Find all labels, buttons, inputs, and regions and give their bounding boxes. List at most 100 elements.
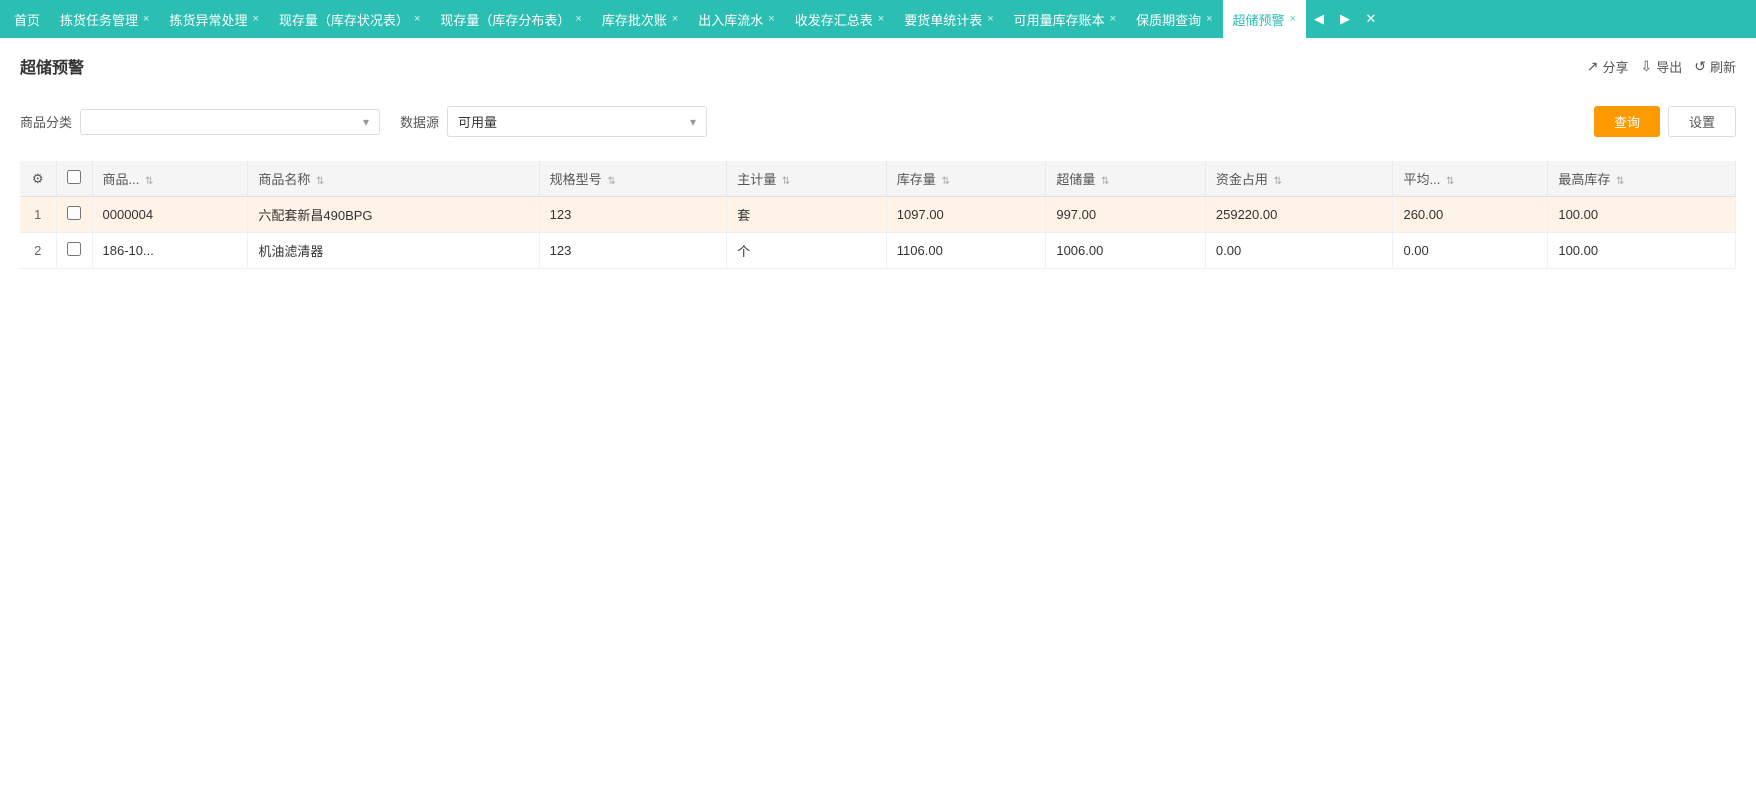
- sort-icon: ⇅: [1274, 176, 1282, 187]
- close-icon[interactable]: ×: [672, 13, 678, 25]
- col-avg[interactable]: 平均... ⇅: [1393, 161, 1548, 197]
- export-icon: ⇩: [1641, 58, 1653, 75]
- data-table: ⚙ 商品... ⇅ 商品名称 ⇅ 规格型号 ⇅ 主计量: [20, 161, 1736, 269]
- sort-icon: ⇅: [316, 176, 324, 187]
- nav-tab-task-mgmt[interactable]: 拣货任务管理 ×: [50, 0, 159, 38]
- export-button[interactable]: ⇩ 导出: [1641, 57, 1683, 76]
- row-avg: 260.00: [1393, 197, 1548, 233]
- row-num-cell: 1: [20, 197, 56, 233]
- nav-tab-batch-account[interactable]: 库存批次账 ×: [592, 0, 688, 38]
- close-icon[interactable]: ×: [1110, 13, 1116, 25]
- col-unit[interactable]: 主计量 ⇅: [727, 161, 887, 197]
- row-checkbox-cell: [56, 233, 92, 269]
- sort-icon: ⇅: [145, 176, 153, 187]
- row-product-code: 0000004: [92, 197, 248, 233]
- chevron-down-icon: ▾: [690, 115, 696, 129]
- datasource-select[interactable]: 可用量 ▾: [447, 106, 707, 137]
- col-product-code[interactable]: 商品... ⇅: [92, 161, 248, 197]
- col-settings[interactable]: ⚙: [20, 161, 56, 197]
- share-icon: ↗: [1587, 58, 1599, 75]
- col-checkbox: [56, 161, 92, 197]
- row-max-stock: 100.00: [1548, 233, 1736, 269]
- filter-area: 商品分类 ▾ 数据源 可用量 ▾ 查询 设置: [20, 94, 1736, 149]
- nav-tab-home[interactable]: 首页: [4, 0, 50, 38]
- nav-tab-in-out-flow[interactable]: 出入库流水 ×: [688, 0, 784, 38]
- refresh-button[interactable]: ↺ 刷新: [1694, 57, 1736, 76]
- table-header-row: ⚙ 商品... ⇅ 商品名称 ⇅ 规格型号 ⇅ 主计量: [20, 161, 1736, 197]
- row-unit: 套: [727, 197, 887, 233]
- row-max-stock: 100.00: [1548, 197, 1736, 233]
- close-icon[interactable]: ×: [575, 13, 581, 25]
- category-select[interactable]: ▾: [80, 109, 380, 135]
- datasource-label: 数据源: [400, 112, 439, 131]
- page-header: 超储预警 ↗ 分享 ⇩ 导出 ↺ 刷新: [20, 54, 1736, 78]
- row-overstock: 997.00: [1046, 197, 1206, 233]
- close-icon[interactable]: ×: [252, 13, 258, 25]
- row-checkbox-cell: [56, 197, 92, 233]
- chevron-down-icon: ▾: [363, 115, 369, 129]
- sort-icon: ⇅: [941, 176, 949, 187]
- row-checkbox[interactable]: [67, 242, 81, 256]
- nav-tab-quality-check[interactable]: 保质期查询 ×: [1126, 0, 1222, 38]
- row-stock: 1106.00: [886, 233, 1046, 269]
- col-max-stock[interactable]: 最高库存 ⇅: [1548, 161, 1736, 197]
- nav-prev-button[interactable]: ◀: [1306, 0, 1332, 38]
- row-spec: 123: [539, 233, 727, 269]
- nav-tab-inventory-status[interactable]: 现存量（库存状况表） ×: [269, 0, 430, 38]
- row-num-cell: 2: [20, 233, 56, 269]
- row-spec: 123: [539, 197, 727, 233]
- nav-tab-recv-send[interactable]: 收发存汇总表 ×: [785, 0, 894, 38]
- sort-icon: ⇅: [1616, 176, 1624, 187]
- share-button[interactable]: ↗ 分享: [1587, 57, 1629, 76]
- nav-tab-inventory-dist[interactable]: 现存量（库存分布表） ×: [430, 0, 591, 38]
- close-icon[interactable]: ×: [1206, 13, 1212, 25]
- nav-tab-abnormal[interactable]: 拣货异常处理 ×: [159, 0, 268, 38]
- nav-close-button[interactable]: ✕: [1358, 0, 1384, 38]
- table-row: 1 0000004 六配套新昌490BPG 123 套 1097.00 997.…: [20, 197, 1736, 233]
- row-avg: 0.00: [1393, 233, 1548, 269]
- category-label: 商品分类: [20, 112, 72, 131]
- row-checkbox[interactable]: [67, 206, 81, 220]
- col-overstock[interactable]: 超储量 ⇅: [1046, 161, 1206, 197]
- col-spec[interactable]: 规格型号 ⇅: [539, 161, 727, 197]
- row-overstock: 1006.00: [1046, 233, 1206, 269]
- col-capital[interactable]: 资金占用 ⇅: [1205, 161, 1393, 197]
- header-actions: ↗ 分享 ⇩ 导出 ↺ 刷新: [1587, 57, 1736, 76]
- row-product-code: 186-10...: [92, 233, 248, 269]
- close-icon[interactable]: ×: [1290, 13, 1296, 25]
- settings-icon: ⚙: [32, 171, 44, 186]
- top-navigation: 首页 拣货任务管理 × 拣货异常处理 × 现存量（库存状况表） × 现存量（库存…: [0, 0, 1756, 38]
- refresh-icon: ↺: [1694, 58, 1706, 75]
- col-stock[interactable]: 库存量 ⇅: [886, 161, 1046, 197]
- row-unit: 个: [727, 233, 887, 269]
- sort-icon: ⇅: [1446, 176, 1454, 187]
- nav-tab-avail-account[interactable]: 可用量库存账本 ×: [1004, 0, 1126, 38]
- close-icon[interactable]: ×: [414, 13, 420, 25]
- close-icon[interactable]: ×: [768, 13, 774, 25]
- close-icon[interactable]: ×: [878, 13, 884, 25]
- datasource-value: 可用量: [458, 112, 497, 131]
- close-icon[interactable]: ×: [987, 13, 993, 25]
- row-capital: 0.00: [1205, 233, 1393, 269]
- settings-button[interactable]: 设置: [1668, 106, 1736, 137]
- row-product-name: 六配套新昌490BPG: [248, 197, 539, 233]
- table-row: 2 186-10... 机油滤清器 123 个 1106.00 1006.00 …: [20, 233, 1736, 269]
- datasource-filter: 数据源 可用量 ▾: [400, 106, 707, 137]
- select-all-checkbox[interactable]: [67, 170, 81, 184]
- query-button[interactable]: 查询: [1594, 106, 1660, 137]
- row-product-name: 机油滤清器: [248, 233, 539, 269]
- col-product-name[interactable]: 商品名称 ⇅: [248, 161, 539, 197]
- row-capital: 259220.00: [1205, 197, 1393, 233]
- category-filter: 商品分类 ▾: [20, 109, 380, 135]
- nav-tab-order-stats[interactable]: 要货单统计表 ×: [894, 0, 1003, 38]
- nav-tab-overstock[interactable]: 超储预警 ×: [1223, 0, 1306, 38]
- row-stock: 1097.00: [886, 197, 1046, 233]
- nav-next-button[interactable]: ▶: [1332, 0, 1358, 38]
- page-title: 超储预警: [20, 54, 84, 78]
- main-content: 超储预警 ↗ 分享 ⇩ 导出 ↺ 刷新 商品分类 ▾ 数据源: [0, 38, 1756, 800]
- close-icon[interactable]: ×: [143, 13, 149, 25]
- sort-icon: ⇅: [1101, 176, 1109, 187]
- sort-icon: ⇅: [782, 176, 790, 187]
- filter-buttons: 查询 设置: [1594, 106, 1736, 137]
- sort-icon: ⇅: [607, 176, 615, 187]
